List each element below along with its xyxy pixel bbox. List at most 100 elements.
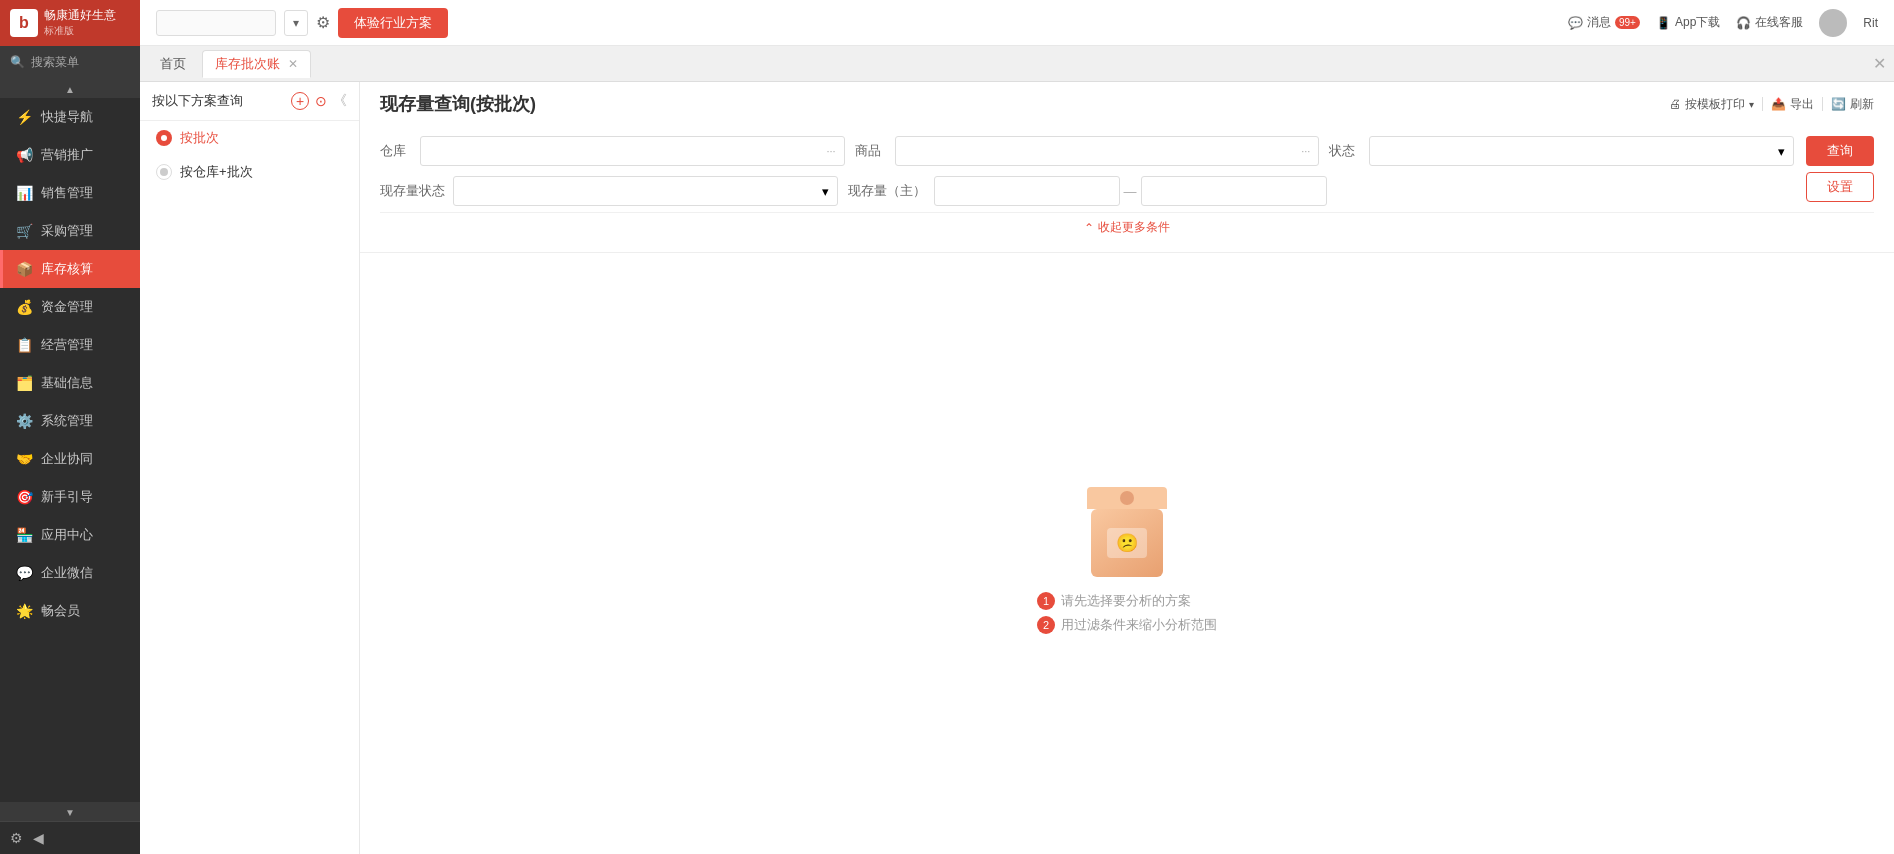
tabbar-close-all-icon[interactable]: ✕ (1873, 54, 1886, 73)
scheme-item-by-batch[interactable]: 按批次 (140, 121, 359, 155)
stock-status-label: 现存量状态 (380, 182, 445, 200)
member-label: 畅会员 (41, 602, 80, 620)
scroll-up[interactable]: ▲ (0, 79, 140, 98)
message-button[interactable]: 💬 消息 99+ (1568, 14, 1640, 31)
sidebar-item-sales[interactable]: 📊 销售管理 (0, 174, 140, 212)
box-body: 😕 (1091, 509, 1163, 577)
system-label: 系统管理 (41, 412, 93, 430)
page-title-bar: 现存量查询(按批次) 🖨 按模板打印 ▾ 📤 导出 🔄 (360, 82, 1894, 126)
search-label: 搜索菜单 (31, 54, 79, 71)
system-icon: ⚙️ (15, 413, 33, 429)
scheme-settings-icon[interactable]: ⊙ (315, 93, 327, 109)
stock-qty-max[interactable] (1141, 176, 1327, 206)
warehouse-input[interactable] (429, 144, 826, 159)
stock-status-select[interactable]: ▾ (453, 176, 838, 206)
sidebar: b 畅康通好生意 标准版 🔍 搜索菜单 ▲ ⚡ 快捷导航 📢 营销推广 📊 销售… (0, 0, 140, 854)
sidebar-search[interactable]: 🔍 搜索菜单 (0, 46, 140, 79)
app-download-label: App下载 (1675, 14, 1720, 31)
sidebar-item-system[interactable]: ⚙️ 系统管理 (0, 402, 140, 440)
tab-home[interactable]: 首页 (148, 50, 198, 78)
sidebar-item-operations[interactable]: 📋 经营管理 (0, 326, 140, 364)
collapse-panel-icon[interactable]: 《 (333, 92, 347, 110)
warehouse-label: 仓库 (380, 142, 412, 160)
sidebar-item-wechat[interactable]: 💬 企业微信 (0, 554, 140, 592)
status-arrow-icon: ▾ (1778, 144, 1785, 159)
username-label: Rit (1863, 16, 1878, 30)
sidebar-item-purchase[interactable]: 🛒 采购管理 (0, 212, 140, 250)
online-service-button[interactable]: 🎧 在线客服 (1736, 14, 1803, 31)
print-dropdown-icon[interactable]: ▾ (1749, 99, 1754, 110)
basics-label: 基础信息 (41, 374, 93, 392)
settings-button[interactable]: 设置 (1806, 172, 1874, 202)
export-label: 导出 (1790, 96, 1814, 113)
tab-home-label: 首页 (160, 55, 186, 73)
online-service-label: 在线客服 (1755, 14, 1803, 31)
goods-filter: 商品 ··· (855, 136, 1320, 166)
scroll-down[interactable]: ▼ (0, 802, 140, 821)
sidebar-item-quick-nav[interactable]: ⚡ 快捷导航 (0, 98, 140, 136)
search-input[interactable] (156, 10, 276, 36)
box-face: 😕 (1107, 528, 1147, 558)
dropdown-button[interactable]: ▾ (284, 10, 308, 36)
export-icon: 📤 (1771, 97, 1786, 111)
sales-icon: 📊 (15, 185, 33, 201)
sidebar-item-appstore[interactable]: 🏪 应用中心 (0, 516, 140, 554)
left-panel-actions: + ⊙ 《 (291, 92, 347, 110)
page-title: 现存量查询(按批次) (380, 92, 536, 116)
trial-button[interactable]: 体验行业方案 (338, 8, 448, 38)
finance-label: 资金管理 (41, 298, 93, 316)
collapse-more-bar[interactable]: ⌃ 收起更多条件 (380, 212, 1874, 242)
sidebar-item-inventory[interactable]: 📦 库存核算 (0, 250, 140, 288)
scheme-item-by-warehouse-batch[interactable]: 按仓库+批次 (140, 155, 359, 189)
warehouse-input-wrap[interactable]: ··· (420, 136, 845, 166)
query-button[interactable]: 查询 (1806, 136, 1874, 166)
divider1 (1762, 97, 1763, 111)
app-logo: b (10, 9, 38, 37)
marketing-label: 营销推广 (41, 146, 93, 164)
box-lid-knob (1120, 491, 1134, 505)
stock-qty-label: 现存量（主） (848, 182, 926, 200)
purchase-icon: 🛒 (15, 223, 33, 239)
goods-more-icon[interactable]: ··· (1301, 145, 1310, 157)
search-icon: 🔍 (10, 55, 25, 69)
right-main: 现存量查询(按批次) 🖨 按模板打印 ▾ 📤 导出 🔄 (360, 82, 1894, 854)
quick-nav-icon: ⚡ (15, 109, 33, 125)
status-select[interactable]: ▾ (1369, 136, 1794, 166)
warehouse-more-icon[interactable]: ··· (826, 145, 835, 157)
sidebar-item-marketing[interactable]: 📢 营销推广 (0, 136, 140, 174)
app-download-button[interactable]: 📱 App下载 (1656, 14, 1720, 31)
print-icon: 🖨 (1669, 97, 1681, 111)
wechat-label: 企业微信 (41, 564, 93, 582)
print-button[interactable]: 🖨 按模板打印 ▾ (1669, 96, 1754, 113)
print-label: 按模板打印 (1685, 96, 1745, 113)
gear-icon[interactable]: ⚙ (316, 13, 330, 32)
inventory-label: 库存核算 (41, 260, 93, 278)
headset-icon: 🎧 (1736, 16, 1751, 30)
stock-qty-range: — (934, 176, 1327, 206)
inventory-icon: 📦 (15, 261, 33, 277)
goods-input-wrap[interactable]: ··· (895, 136, 1320, 166)
hint-text-2: 用过滤条件来缩小分析范围 (1061, 616, 1217, 634)
footer-collapse-icon[interactable]: ◀ (33, 830, 44, 846)
refresh-button[interactable]: 🔄 刷新 (1831, 96, 1874, 113)
sidebar-item-collab[interactable]: 🤝 企业协同 (0, 440, 140, 478)
sales-label: 销售管理 (41, 184, 93, 202)
scheme-active-dot (156, 130, 172, 146)
add-scheme-button[interactable]: + (291, 92, 309, 110)
footer-settings-icon[interactable]: ⚙ (10, 830, 23, 846)
export-button[interactable]: 📤 导出 (1771, 96, 1814, 113)
sidebar-item-basics[interactable]: 🗂️ 基础信息 (0, 364, 140, 402)
tab-inventory-batch[interactable]: 库存批次账 ✕ (202, 50, 311, 78)
sidebar-item-finance[interactable]: 💰 资金管理 (0, 288, 140, 326)
app-info: 畅康通好生意 标准版 (44, 8, 116, 38)
goods-input[interactable] (904, 144, 1302, 159)
svg-point-0 (161, 135, 167, 141)
sidebar-item-newbie[interactable]: 🎯 新手引导 (0, 478, 140, 516)
app-name: 畅康通好生意 (44, 8, 116, 24)
tab-close-icon[interactable]: ✕ (288, 57, 298, 71)
left-panel-title: 按以下方案查询 (152, 92, 243, 110)
sidebar-item-member[interactable]: 🌟 畅会员 (0, 592, 140, 630)
avatar[interactable] (1819, 9, 1847, 37)
collab-icon: 🤝 (15, 451, 33, 467)
stock-qty-min[interactable] (934, 176, 1120, 206)
